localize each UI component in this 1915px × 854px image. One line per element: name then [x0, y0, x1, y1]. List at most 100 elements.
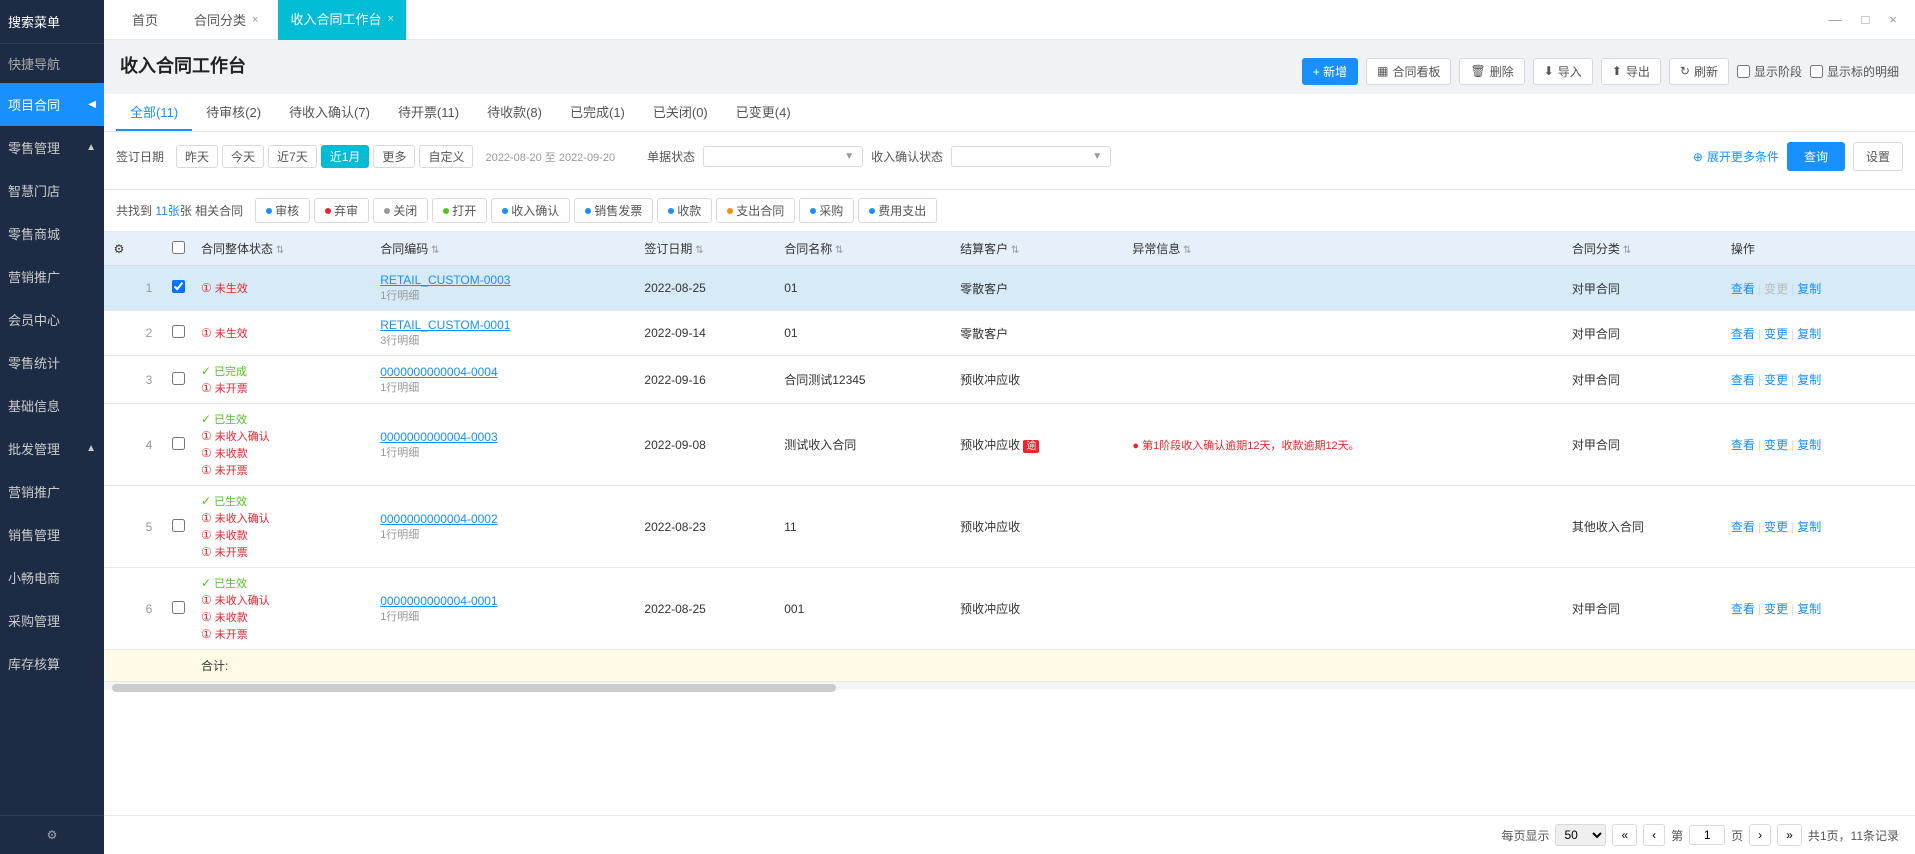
tab-close-icon[interactable]: ×: [252, 14, 258, 26]
doc-status-select[interactable]: ▼: [703, 146, 863, 167]
contract-code-link[interactable]: 0000000000004-0004: [380, 365, 497, 379]
row-check[interactable]: [164, 568, 193, 650]
op-查看[interactable]: 查看: [1731, 373, 1755, 387]
action-btn-review[interactable]: 审核: [255, 198, 310, 223]
expand-conditions-btn[interactable]: ⊕ 展开更多条件: [1693, 148, 1779, 165]
sidebar-item-inventory[interactable]: 库存核算: [0, 642, 104, 685]
contract-code-link[interactable]: RETAIL_CUSTOM-0001: [380, 318, 510, 332]
op-查看[interactable]: 查看: [1731, 327, 1755, 341]
contract-code-link[interactable]: 0000000000004-0003: [380, 430, 497, 444]
query-button[interactable]: 查询: [1787, 142, 1845, 171]
contract-board-button[interactable]: ▦ 合同看板: [1366, 58, 1451, 85]
date-btn-今天[interactable]: 今天: [222, 145, 264, 168]
op-查看[interactable]: 查看: [1731, 282, 1755, 296]
op-复制[interactable]: 复制: [1797, 602, 1821, 616]
select-all-checkbox[interactable]: [172, 241, 185, 254]
tab-contract_category[interactable]: 合同分类×: [178, 0, 274, 40]
sidebar-item-marketing2[interactable]: 营销推广: [0, 470, 104, 513]
filter-tab-pending_income_confirm[interactable]: 待收入确认(7): [275, 94, 384, 131]
op-变更[interactable]: 变更: [1764, 438, 1788, 452]
add-button[interactable]: + 新增: [1302, 58, 1358, 85]
contract-code-link[interactable]: 0000000000004-0001: [380, 594, 497, 608]
row-check[interactable]: [164, 266, 193, 311]
delete-button[interactable]: 🗑 删除: [1459, 58, 1524, 85]
last-page-btn[interactable]: »: [1777, 824, 1802, 846]
row-gear[interactable]: [104, 266, 134, 311]
date-btn-自定义[interactable]: 自定义: [419, 145, 473, 168]
action-btn-purchase[interactable]: 采购: [799, 198, 854, 223]
action-btn-expense_out[interactable]: 费用支出: [858, 198, 937, 223]
minimize-btn[interactable]: —: [1823, 10, 1848, 29]
sidebar-item-wholesale_mgmt[interactable]: 批发管理▲: [0, 427, 104, 470]
sidebar-item-retail_mgmt[interactable]: 零售管理▲: [0, 126, 104, 169]
page-input[interactable]: [1689, 825, 1725, 845]
action-btn-open[interactable]: 打开: [432, 198, 487, 223]
filter-tab-pending_invoice[interactable]: 待开票(11): [384, 94, 473, 131]
date-btn-昨天[interactable]: 昨天: [176, 145, 218, 168]
op-变更[interactable]: 变更: [1764, 520, 1788, 534]
date-btn-近7天[interactable]: 近7天: [268, 145, 317, 168]
op-复制[interactable]: 复制: [1797, 373, 1821, 387]
date-btn-更多[interactable]: 更多: [373, 145, 415, 168]
contract-code-link[interactable]: 0000000000004-0002: [380, 512, 497, 526]
show-stages-checkbox[interactable]: 显示阶段: [1737, 63, 1802, 80]
op-复制[interactable]: 复制: [1797, 282, 1821, 296]
sidebar-item-base_info[interactable]: 基础信息: [0, 384, 104, 427]
show-details-checkbox[interactable]: 显示标的明细: [1810, 63, 1899, 80]
row-gear[interactable]: [104, 356, 134, 404]
op-复制[interactable]: 复制: [1797, 520, 1821, 534]
filter-tab-changed[interactable]: 已变更(4): [722, 94, 805, 131]
sidebar-item-retail_mall[interactable]: 零售商城: [0, 212, 104, 255]
row-gear[interactable]: [104, 311, 134, 356]
sidebar-nav[interactable]: 快捷导航: [0, 44, 104, 83]
action-btn-outbound_contract[interactable]: 支出合同: [716, 198, 795, 223]
action-btn-abandon[interactable]: 弃审: [314, 198, 369, 223]
tab-income_contract[interactable]: 收入合同工作台×: [278, 0, 405, 40]
export-button[interactable]: ⬆ 导出: [1601, 58, 1661, 85]
op-变更[interactable]: 变更: [1764, 373, 1788, 387]
row-check[interactable]: [164, 311, 193, 356]
date-btn-近1月[interactable]: 近1月: [321, 145, 370, 168]
sidebar-item-marketing[interactable]: 营销推广: [0, 255, 104, 298]
filter-tab-closed[interactable]: 已关闭(0): [639, 94, 722, 131]
sidebar-item-retail_stats[interactable]: 零售统计: [0, 341, 104, 384]
refresh-button[interactable]: ↻ 刷新: [1669, 58, 1729, 85]
maximize-btn[interactable]: □: [1856, 10, 1876, 29]
filter-tab-pending_review[interactable]: 待审核(2): [192, 94, 275, 131]
tab-close-icon[interactable]: ×: [387, 13, 393, 25]
op-复制[interactable]: 复制: [1797, 327, 1821, 341]
op-复制[interactable]: 复制: [1797, 438, 1821, 452]
sidebar-item-project[interactable]: 项目合同◀: [0, 83, 104, 126]
op-查看[interactable]: 查看: [1731, 520, 1755, 534]
op-变更[interactable]: 变更: [1764, 602, 1788, 616]
summary-count[interactable]: 11张: [155, 204, 179, 218]
action-btn-collection[interactable]: 收款: [657, 198, 712, 223]
row-gear[interactable]: [104, 404, 134, 486]
sidebar-item-smart_store[interactable]: 智慧门店: [0, 169, 104, 212]
op-查看[interactable]: 查看: [1731, 602, 1755, 616]
settings-button[interactable]: 设置: [1853, 142, 1903, 171]
op-查看[interactable]: 查看: [1731, 438, 1755, 452]
contract-code-link[interactable]: RETAIL_CUSTOM-0003: [380, 273, 510, 287]
sidebar-item-xiaochangec[interactable]: 小畅电商: [0, 556, 104, 599]
horizontal-scrollbar[interactable]: [104, 682, 1915, 690]
action-btn-close[interactable]: 关闭: [373, 198, 428, 223]
income-confirm-status-select[interactable]: ▼: [951, 146, 1111, 167]
first-page-btn[interactable]: «: [1612, 824, 1637, 846]
filter-tab-pending_collection[interactable]: 待收款(8): [473, 94, 556, 131]
sidebar-item-sales_mgmt[interactable]: 销售管理: [0, 513, 104, 556]
action-btn-income_confirm[interactable]: 收入确认: [491, 198, 570, 223]
sidebar-settings[interactable]: ⚙: [0, 815, 104, 854]
import-button[interactable]: ⬇ 导入: [1533, 58, 1593, 85]
op-变更[interactable]: 变更: [1764, 327, 1788, 341]
filter-tab-all[interactable]: 全部(11): [116, 94, 192, 131]
prev-page-btn[interactable]: ‹: [1643, 824, 1665, 846]
next-page-btn[interactable]: ›: [1749, 824, 1771, 846]
sidebar-item-member[interactable]: 会员中心: [0, 298, 104, 341]
per-page-select[interactable]: 50 100 200: [1555, 824, 1606, 846]
row-check[interactable]: [164, 404, 193, 486]
tab-home[interactable]: 首页: [116, 0, 174, 40]
sidebar-search[interactable]: 搜索菜单: [0, 0, 104, 44]
action-btn-sales_invoice[interactable]: 销售发票: [574, 198, 653, 223]
row-gear[interactable]: [104, 486, 134, 568]
